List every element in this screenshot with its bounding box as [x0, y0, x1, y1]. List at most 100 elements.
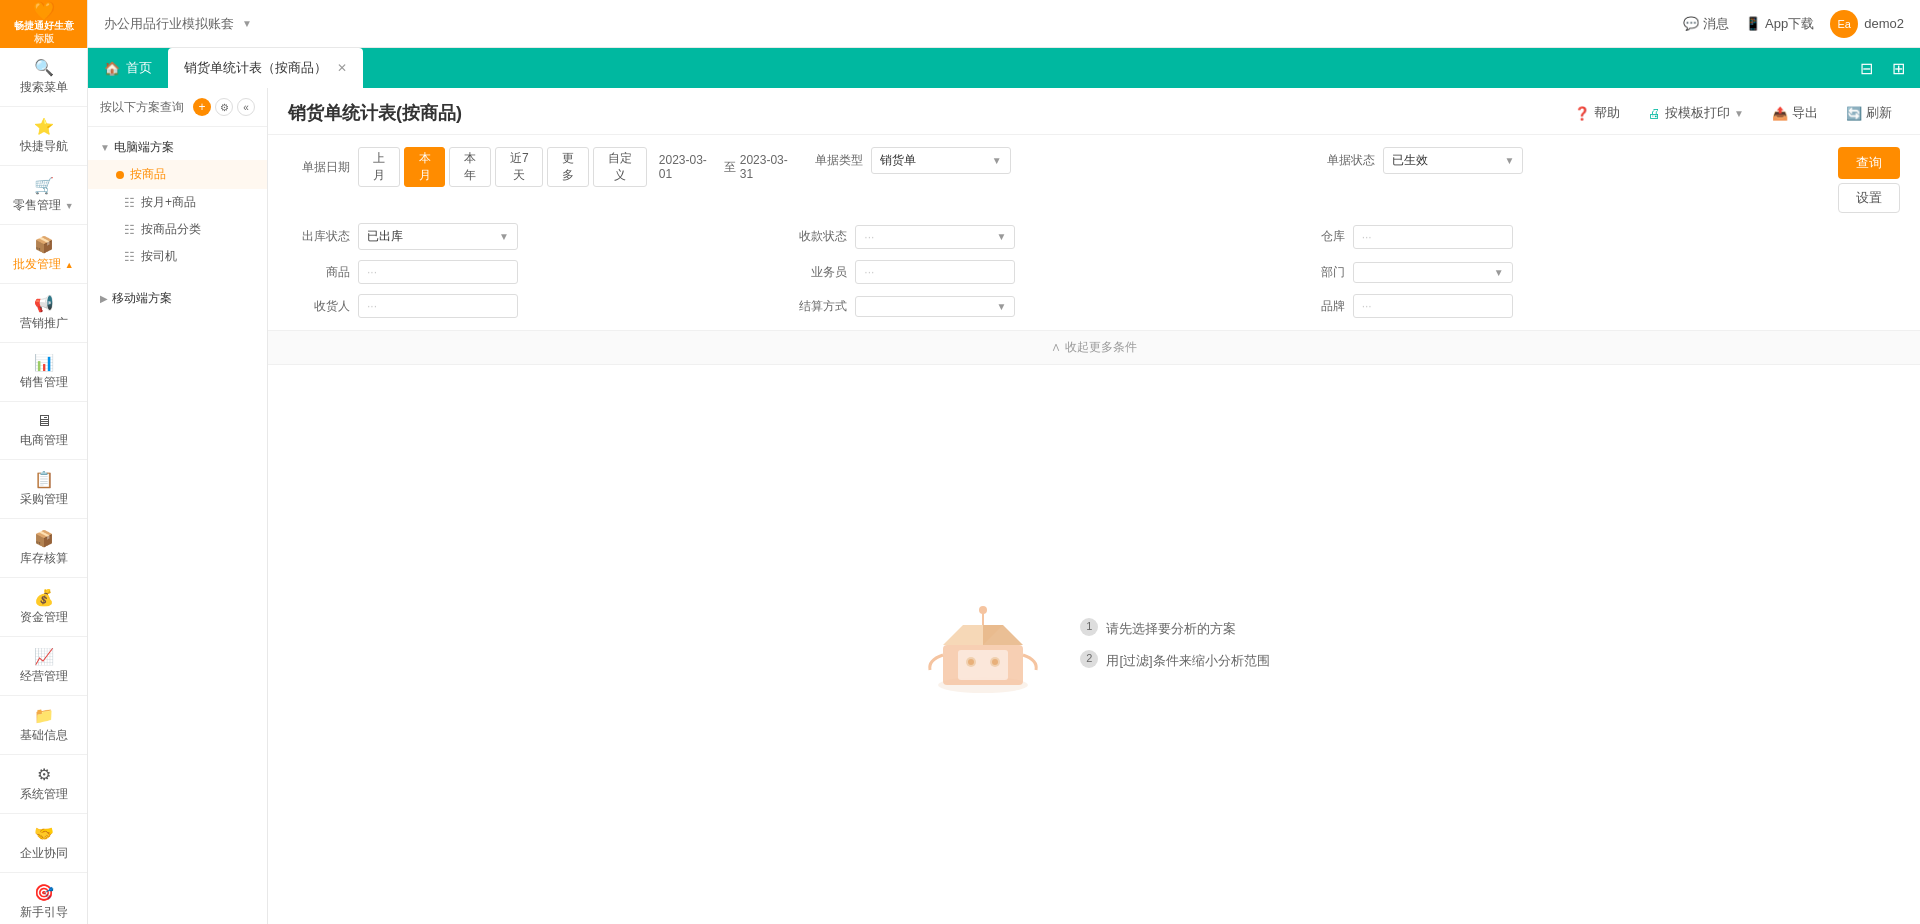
sidebar-item-corp[interactable]: 🤝 企业协同: [0, 814, 87, 873]
add-scheme-btn[interactable]: +: [193, 98, 211, 116]
scheme-item-by-product[interactable]: 按商品: [88, 160, 267, 189]
date-btn-custom[interactable]: 自定义: [593, 147, 647, 187]
salesperson-select[interactable]: ···: [855, 260, 1015, 284]
chevron-down-icon-5: ▼: [1494, 267, 1504, 278]
help-icon: ❓: [1574, 106, 1590, 121]
collapse-bar[interactable]: ∧ 收起更多条件: [268, 331, 1920, 365]
sys-icon: ⚙: [4, 765, 83, 784]
user-menu-btn[interactable]: Ea demo2: [1830, 10, 1904, 38]
out-status-select[interactable]: 已出库 ▼: [358, 223, 518, 250]
export-icon: 📤: [1772, 106, 1788, 121]
sidebar-item-ecom[interactable]: 🖥 电商管理: [0, 402, 87, 460]
svg-point-6: [992, 659, 998, 665]
date-btn-last-7[interactable]: 近7天: [495, 147, 543, 187]
header-actions: + ⚙ «: [193, 98, 255, 116]
brand-select[interactable]: ···: [1353, 294, 1513, 318]
refresh-icon: 🔄: [1846, 106, 1862, 121]
sidebar-item-search[interactable]: 🔍 搜索菜单: [0, 48, 87, 107]
refresh-btn[interactable]: 🔄 刷新: [1838, 100, 1900, 126]
scheme-item-by-dept[interactable]: ☷ 按司机: [88, 243, 267, 270]
empty-content: 1 请先选择要分析的方案 2 用[过滤]条件来缩小分析范围: [918, 590, 1269, 700]
sidebar-item-marketing[interactable]: 📢 营销推广: [0, 284, 87, 343]
sidebar-item-sys[interactable]: ⚙ 系统管理: [0, 755, 87, 814]
consignee-select[interactable]: ···: [358, 294, 518, 318]
sidebar-item-retail[interactable]: 🛒 零售管理 ▼: [0, 166, 87, 225]
left-scheme-panel: 按以下方案查询 + ⚙ « ▼ 电脑端方案 按商品 ☷ 按月+: [88, 88, 268, 924]
app-download-btn[interactable]: 📱 App下载: [1745, 15, 1814, 33]
messages-btn[interactable]: 💬 消息: [1683, 15, 1729, 33]
step2-text: 用[过滤]条件来缩小分析范围: [1106, 649, 1269, 672]
warehouse-placeholder: ···: [1362, 230, 1372, 244]
query-btn[interactable]: 查询: [1838, 147, 1900, 179]
ops-icon: 📈: [4, 647, 83, 666]
empty-illustration: [918, 590, 1048, 700]
receipt-status-placeholder: ···: [864, 230, 874, 244]
scheme-item-by-month-product[interactable]: ☷ 按月+商品: [88, 189, 267, 216]
order-status-select[interactable]: 已生效 ▼: [1383, 147, 1523, 174]
brand-dots: ···: [1362, 299, 1372, 313]
sidebar-item-quick-nav[interactable]: ⭐ 快捷导航: [0, 107, 87, 166]
settings-btn[interactable]: 设置: [1838, 183, 1900, 213]
app-logo: 🧡 畅捷通好生意 标版: [0, 0, 87, 48]
marketing-icon: 📢: [4, 294, 83, 313]
left-panel-header: 按以下方案查询 + ⚙ «: [88, 88, 267, 127]
order-type-select[interactable]: 销货单 ▼: [871, 147, 1011, 174]
payment-label: 结算方式: [785, 298, 855, 315]
finance-icon: 💰: [4, 588, 83, 607]
grid-icon: ☷: [124, 196, 135, 210]
product-select[interactable]: ···: [358, 260, 518, 284]
tab-home[interactable]: 🏠 首页: [88, 48, 168, 88]
help-btn[interactable]: ❓ 帮助: [1566, 100, 1628, 126]
tab-minimize-btn[interactable]: ⊟: [1852, 54, 1880, 82]
logo-subtitle: 标版: [34, 32, 54, 46]
sidebar-item-wholesale[interactable]: 📦 批发管理 ▲: [0, 225, 87, 284]
corp-icon: 🤝: [4, 824, 83, 843]
content-area: 按以下方案查询 + ⚙ « ▼ 电脑端方案 按商品 ☷ 按月+: [88, 88, 1920, 924]
page-title-bar: 销货单统计表(按商品) ❓ 帮助 🖨 按模板打印 ▼ 📤 导出: [268, 88, 1920, 135]
print-dropdown-icon: ▼: [1734, 108, 1744, 119]
desktop-scheme-group: ▼ 电脑端方案 按商品 ☷ 按月+商品 ☷ 按商品分类 ☷ 按司机: [88, 127, 267, 278]
logo-icon: 🧡: [33, 2, 55, 20]
dept-select[interactable]: ▼: [1353, 262, 1513, 283]
step1-text: 请先选择要分析的方案: [1106, 617, 1236, 640]
sidebar-item-newbie[interactable]: 🎯 新手引导: [0, 873, 87, 924]
sidebar: 🧡 畅捷通好生意 标版 🔍 搜索菜单 ⭐ 快捷导航 🛒 零售管理 ▼ 📦 批发管…: [0, 0, 88, 924]
scheme-item-by-category[interactable]: ☷ 按商品分类: [88, 216, 267, 243]
newbie-icon: 🎯: [4, 883, 83, 902]
chevron-down-icon: ▼: [100, 142, 110, 153]
collapse-panel-btn[interactable]: «: [237, 98, 255, 116]
export-btn[interactable]: 📤 导出: [1764, 100, 1826, 126]
settings-scheme-btn[interactable]: ⚙: [215, 98, 233, 116]
receipt-status-select[interactable]: ··· ▼: [855, 225, 1015, 249]
date-btn-more[interactable]: 更多: [547, 147, 589, 187]
consignee-label: 收货人: [288, 298, 358, 315]
payment-select[interactable]: ▼: [855, 296, 1015, 317]
date-btn-last-month[interactable]: 上月: [358, 147, 400, 187]
chevron-down-icon-6: ▼: [996, 301, 1006, 312]
sales-icon: 📊: [4, 353, 83, 372]
template-print-btn[interactable]: 🖨 按模板打印 ▼: [1640, 100, 1752, 126]
ecom-icon: 🖥: [4, 412, 83, 430]
sidebar-item-finance[interactable]: 💰 资金管理: [0, 578, 87, 637]
sidebar-item-inventory[interactable]: 📦 库存核算: [0, 519, 87, 578]
order-type-label: 单据类型: [801, 152, 871, 169]
sidebar-item-purchase[interactable]: 📋 采购管理: [0, 460, 87, 519]
sidebar-item-sales[interactable]: 📊 销售管理: [0, 343, 87, 402]
salesperson-dots: ···: [864, 265, 874, 279]
tab-bar-right: ⊟ ⊞: [1852, 54, 1920, 82]
date-btn-this-year[interactable]: 本年: [449, 147, 491, 187]
consignee-dots: ···: [367, 299, 377, 313]
tab-maximize-btn[interactable]: ⊞: [1884, 54, 1912, 82]
empty-svg: [918, 590, 1048, 700]
sidebar-item-ops[interactable]: 📈 经营管理: [0, 637, 87, 696]
date-to: 2023-03-31: [740, 153, 801, 181]
tab-sales-stat[interactable]: 销货单统计表（按商品） ✕: [168, 48, 363, 88]
logo-text: 畅捷通好生意: [14, 20, 74, 32]
tab-close-btn[interactable]: ✕: [337, 61, 347, 75]
warehouse-select[interactable]: ···: [1353, 225, 1513, 249]
step1-num: 1: [1080, 618, 1098, 636]
date-btn-this-month[interactable]: 本月: [404, 147, 446, 187]
mobile-group-label[interactable]: ▶ 移动端方案: [88, 286, 267, 311]
sidebar-item-base[interactable]: 📁 基础信息: [0, 696, 87, 755]
desktop-group-label[interactable]: ▼ 电脑端方案: [88, 135, 267, 160]
